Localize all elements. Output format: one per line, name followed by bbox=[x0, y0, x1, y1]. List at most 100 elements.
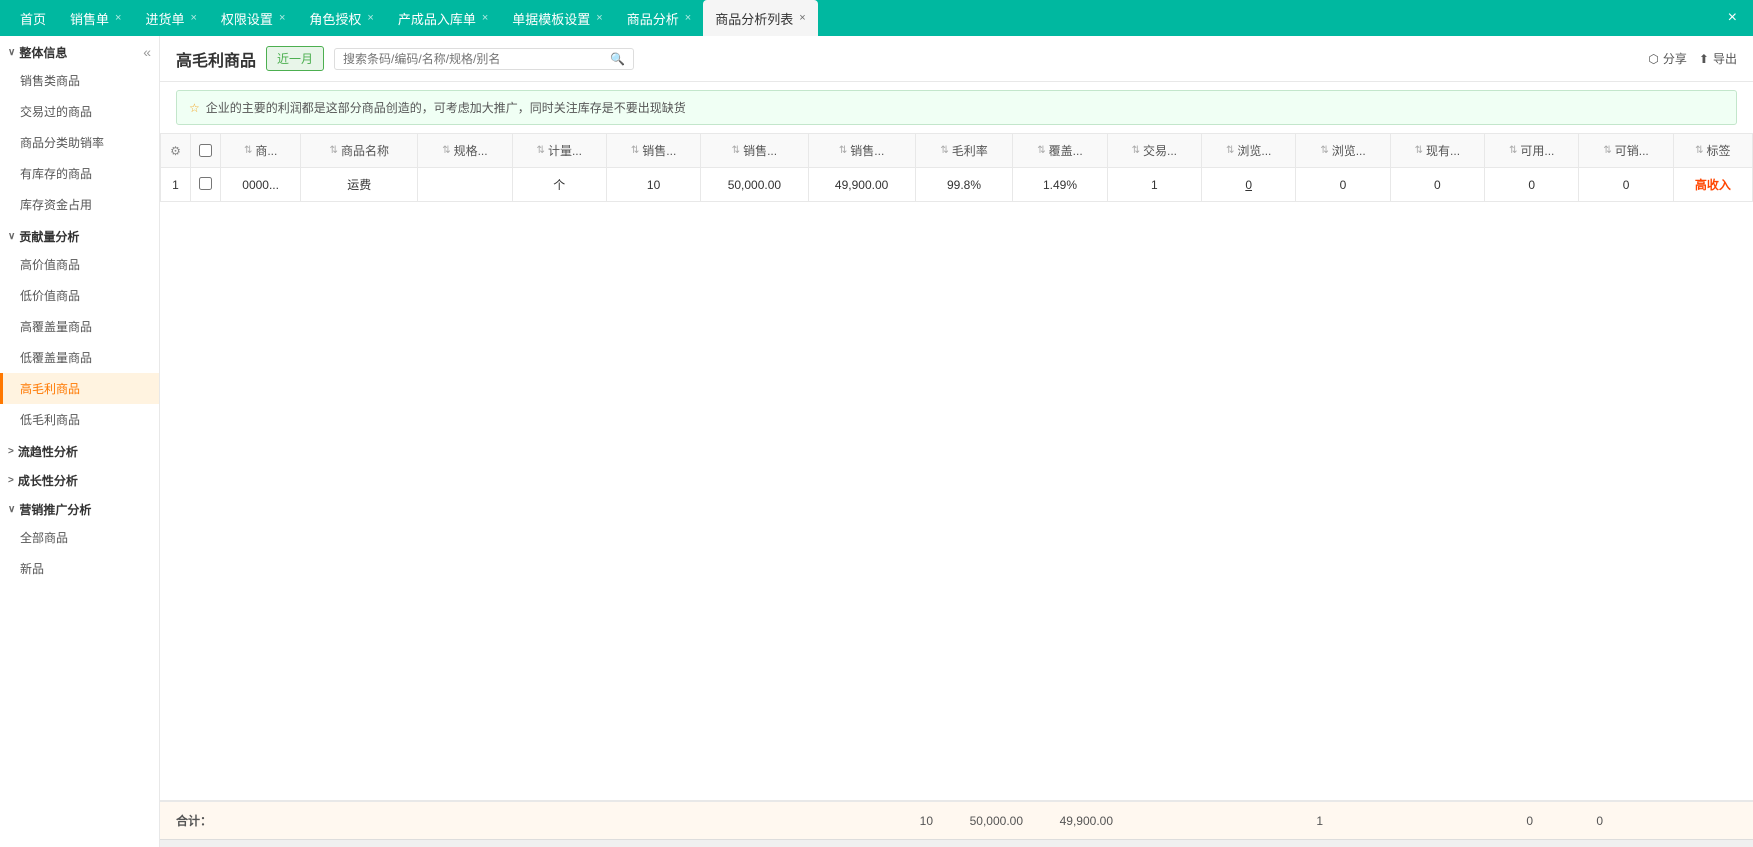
close-tab-icon[interactable]: × bbox=[482, 12, 488, 24]
row-checkbox[interactable] bbox=[199, 177, 212, 190]
sort-icon: ⇅ bbox=[330, 145, 338, 156]
col-header-view1[interactable]: ⇅浏览... bbox=[1202, 134, 1296, 168]
select-all-checkbox[interactable] bbox=[199, 144, 212, 157]
col-header-code[interactable]: ⇅商... bbox=[221, 134, 301, 168]
col-header-current[interactable]: ⇅现有... bbox=[1390, 134, 1484, 168]
col-header-saleProfit[interactable]: ⇅销售... bbox=[808, 134, 915, 168]
col-header-tag[interactable]: ⇅标签 bbox=[1673, 134, 1752, 168]
col-header-saleAmt[interactable]: ⇅销售... bbox=[701, 134, 808, 168]
trade-count: 1 bbox=[1107, 168, 1201, 202]
sidebar-section-贡献量分析[interactable]: ∨贡献量分析 bbox=[0, 220, 159, 249]
close-all-tabs-button[interactable]: × bbox=[1720, 9, 1745, 27]
table-footer: 合计： 1050,000.0049,900.00100 bbox=[160, 800, 1753, 839]
export-icon: ⬆ bbox=[1699, 52, 1709, 66]
col-label-grossMargin: 毛利率 bbox=[952, 142, 988, 159]
footer-cell-6: 10 bbox=[867, 814, 937, 828]
sidebar-section-整体信息[interactable]: ∨整体信息 bbox=[0, 36, 159, 65]
export-button[interactable]: ⬆ 导出 bbox=[1699, 50, 1737, 67]
product-code: 0000... bbox=[221, 168, 301, 202]
close-tab-icon[interactable]: × bbox=[596, 12, 602, 24]
filter-recent-month-button[interactable]: 近一月 bbox=[266, 46, 324, 71]
main-layout: « ∨整体信息销售类商品交易过的商品商品分类助销率有库存的商品库存资金占用∨贡献… bbox=[0, 36, 1753, 847]
export-label: 导出 bbox=[1713, 50, 1737, 67]
section-arrow-icon: ∨ bbox=[8, 47, 15, 58]
sidebar-item-高覆盖量商品[interactable]: 高覆盖量商品 bbox=[0, 311, 159, 342]
sidebar-item-销售类商品[interactable]: 销售类商品 bbox=[0, 65, 159, 96]
col-label-name: 商品名称 bbox=[341, 142, 389, 159]
nav-item-角色授权[interactable]: 角色授权× bbox=[297, 0, 385, 36]
sidebar-collapse-button[interactable]: « bbox=[143, 44, 151, 60]
col-header-grossMargin[interactable]: ⇅毛利率 bbox=[915, 134, 1013, 168]
sidebar-item-全部商品[interactable]: 全部商品 bbox=[0, 522, 159, 553]
share-button[interactable]: ⬡ 分享 bbox=[1648, 50, 1687, 67]
section-arrow-icon: ∨ bbox=[8, 231, 15, 242]
sale-qty: 10 bbox=[606, 168, 700, 202]
sidebar-item-新品[interactable]: 新品 bbox=[0, 553, 159, 584]
sort-icon: ⇅ bbox=[732, 145, 740, 156]
nav-item-首页[interactable]: 首页 bbox=[8, 0, 58, 36]
sort-icon: ⇅ bbox=[1603, 145, 1611, 156]
tag-badge: 高收入 bbox=[1695, 178, 1731, 192]
section-arrow-icon: > bbox=[8, 475, 14, 486]
table-row: 10000...运费个1050,000.0049,900.0099.8%1.49… bbox=[161, 168, 1753, 202]
settings-icon[interactable]: ⚙ bbox=[170, 144, 181, 158]
close-tab-icon[interactable]: × bbox=[367, 12, 373, 24]
gross-margin: 99.8% bbox=[915, 168, 1013, 202]
search-input[interactable] bbox=[343, 52, 605, 66]
col-header-saleQty[interactable]: ⇅销售... bbox=[606, 134, 700, 168]
table-wrapper[interactable]: ⚙⇅商...⇅商品名称⇅规格...⇅计量...⇅销售...⇅销售...⇅销售..… bbox=[160, 133, 1753, 800]
footer-cell-8: 49,900.00 bbox=[1027, 814, 1117, 828]
col-header-trade[interactable]: ⇅交易... bbox=[1107, 134, 1201, 168]
search-icon[interactable]: 🔍 bbox=[610, 52, 625, 66]
footer-cell-14: 0 bbox=[1467, 814, 1537, 828]
col-header-name[interactable]: ⇅商品名称 bbox=[301, 134, 418, 168]
sidebar-item-商品分类助销率[interactable]: 商品分类助销率 bbox=[0, 127, 159, 158]
view1: 0 bbox=[1202, 168, 1296, 202]
col-label-current: 现有... bbox=[1426, 142, 1460, 159]
footer-label: 合计： bbox=[176, 812, 212, 829]
sellable-stock: 0 bbox=[1579, 168, 1673, 202]
notice-text: 企业的主要的利润都是这部分商品创造的，可考虑加大推广，同时关注库存是不要出现缺货 bbox=[206, 99, 686, 116]
col-header-view2[interactable]: ⇅浏览... bbox=[1296, 134, 1390, 168]
sidebar-item-低毛利商品[interactable]: 低毛利商品 bbox=[0, 404, 159, 435]
col-header-coverage[interactable]: ⇅覆盖... bbox=[1013, 134, 1107, 168]
close-tab-icon[interactable]: × bbox=[685, 12, 691, 24]
nav-item-商品分析[interactable]: 商品分析× bbox=[615, 0, 703, 36]
sidebar-item-库存资金占用[interactable]: 库存资金占用 bbox=[0, 189, 159, 220]
sidebar-item-有库存的商品[interactable]: 有库存的商品 bbox=[0, 158, 159, 189]
product-name: 运费 bbox=[301, 168, 418, 202]
sidebar-section-流趋性分析[interactable]: >流趋性分析 bbox=[0, 435, 159, 464]
close-tab-icon[interactable]: × bbox=[115, 12, 121, 24]
sidebar-item-低价值商品[interactable]: 低价值商品 bbox=[0, 280, 159, 311]
close-tab-icon[interactable]: × bbox=[799, 12, 805, 24]
nav-item-产成品入库单[interactable]: 产成品入库单× bbox=[386, 0, 500, 36]
nav-item-销售单[interactable]: 销售单× bbox=[58, 0, 133, 36]
view1-link[interactable]: 0 bbox=[1245, 178, 1252, 192]
sidebar-item-高价值商品[interactable]: 高价值商品 bbox=[0, 249, 159, 280]
close-tab-icon[interactable]: × bbox=[279, 12, 285, 24]
col-header-unit[interactable]: ⇅计量... bbox=[512, 134, 606, 168]
nav-item-商品分析列表[interactable]: 商品分析列表× bbox=[703, 0, 817, 36]
nav-item-单据模板设置[interactable]: 单据模板设置× bbox=[500, 0, 614, 36]
nav-item-权限设置[interactable]: 权限设置× bbox=[209, 0, 297, 36]
sidebar-item-高毛利商品[interactable]: 高毛利商品 bbox=[0, 373, 159, 404]
nav-item-进货单[interactable]: 进货单× bbox=[133, 0, 208, 36]
sidebar-section-成长性分析[interactable]: >成长性分析 bbox=[0, 464, 159, 493]
col-label-spec: 规格... bbox=[454, 142, 488, 159]
col-header-sellable[interactable]: ⇅ 可销... bbox=[1579, 134, 1673, 168]
sort-icon: ⇅ bbox=[1695, 145, 1703, 156]
col-label-view1: 浏览... bbox=[1237, 142, 1271, 159]
page-title: 高毛利商品 bbox=[176, 47, 256, 71]
col-header-available[interactable]: ⇅可用... bbox=[1485, 134, 1579, 168]
sidebar-section-营销推广分析[interactable]: ∨营销推广分析 bbox=[0, 493, 159, 522]
col-label-available: 可用... bbox=[1520, 142, 1554, 159]
col-label-coverage: 覆盖... bbox=[1049, 142, 1083, 159]
col-label-view2: 浏览... bbox=[1332, 142, 1366, 159]
sidebar-item-低覆盖量商品[interactable]: 低覆盖量商品 bbox=[0, 342, 159, 373]
horizontal-scrollbar[interactable] bbox=[160, 839, 1753, 847]
col-header-spec[interactable]: ⇅规格... bbox=[418, 134, 512, 168]
col-label-sellable: 可销... bbox=[1615, 142, 1649, 159]
view2: 0 bbox=[1296, 168, 1390, 202]
sidebar-item-交易过的商品[interactable]: 交易过的商品 bbox=[0, 96, 159, 127]
close-tab-icon[interactable]: × bbox=[190, 12, 196, 24]
